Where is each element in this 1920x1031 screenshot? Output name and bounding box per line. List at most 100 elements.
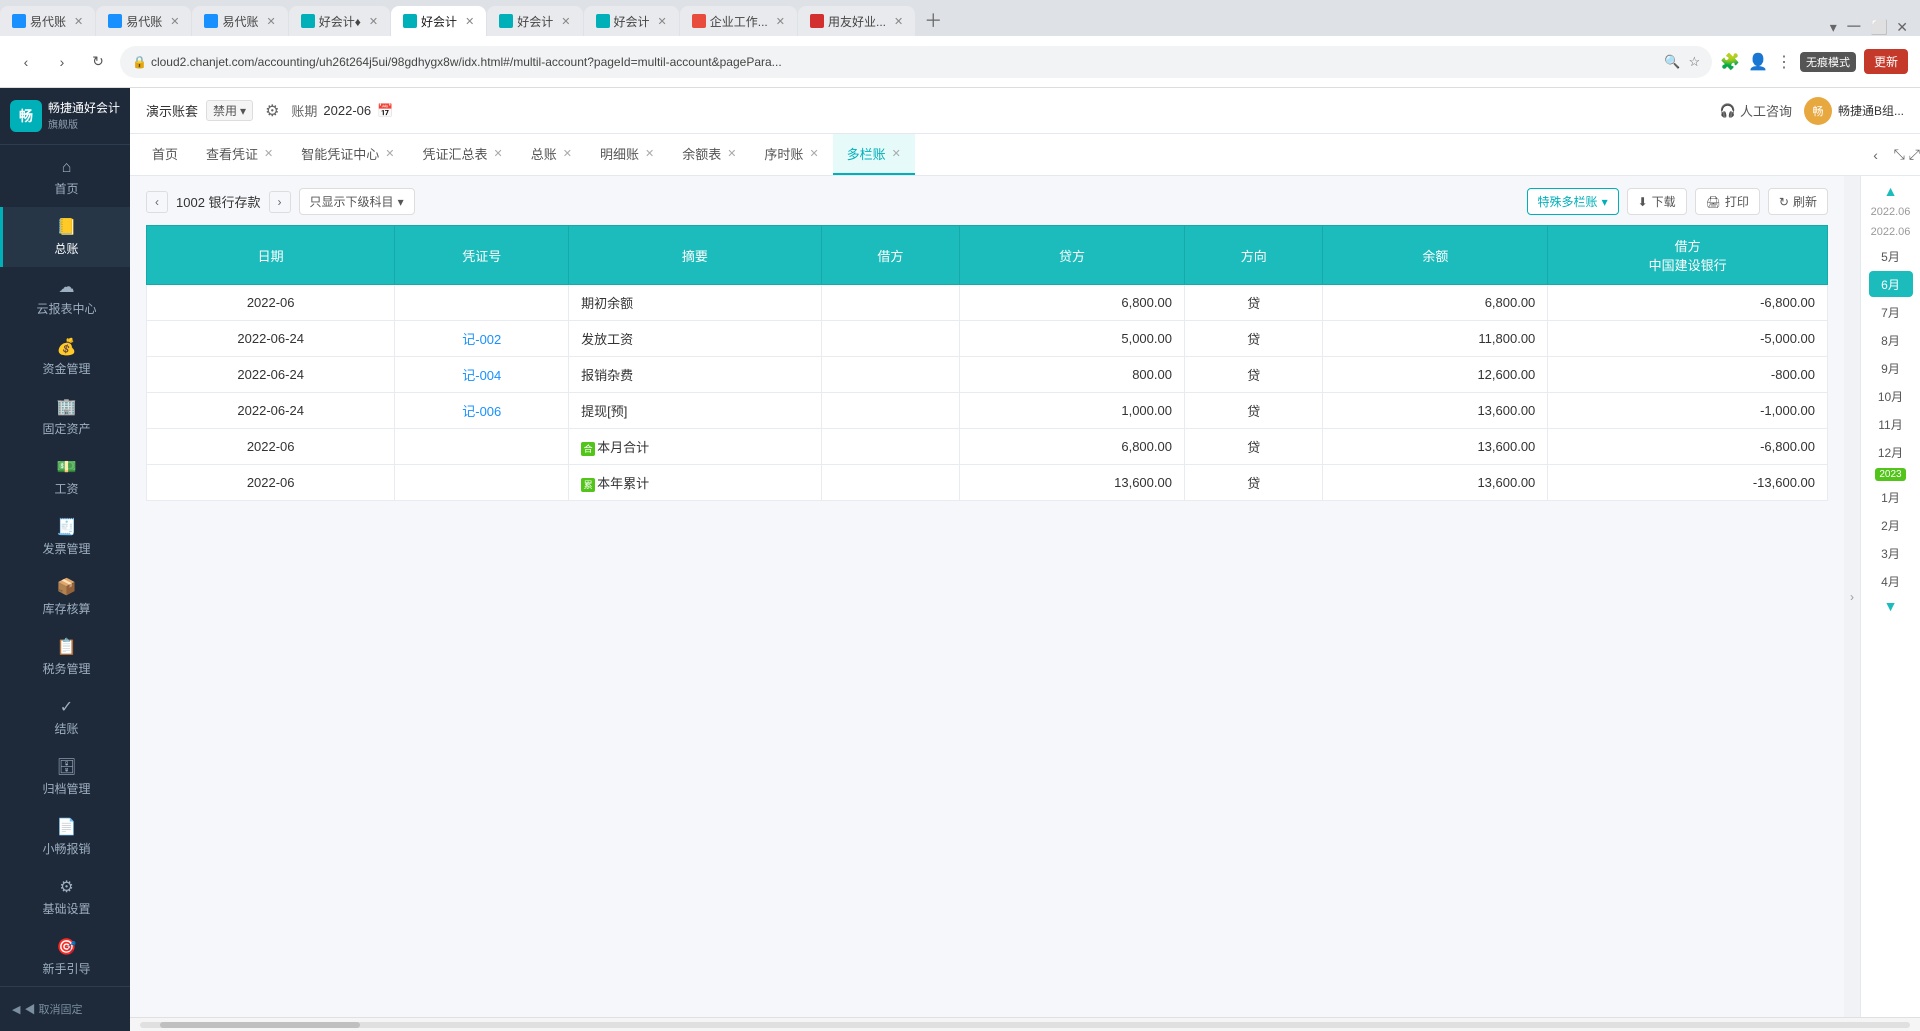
tab-close-2[interactable]: ✕ xyxy=(170,15,179,28)
sidebar-item-inventory[interactable]: 📦 库存核算 xyxy=(0,567,130,627)
tab-general-ledger-close[interactable]: ✕ xyxy=(563,147,572,160)
cal-month-mar-2023[interactable]: 3月 xyxy=(1869,540,1913,566)
sidebar-item-assets[interactable]: 🏢 固定资产 xyxy=(0,387,130,447)
sidebar-item-tax[interactable]: 📋 税务管理 xyxy=(0,627,130,687)
cal-month-nov[interactable]: 11月 xyxy=(1869,411,1913,437)
tab-voucher-summary-close[interactable]: ✕ xyxy=(494,147,503,160)
tab-enterprise[interactable]: 企业工作... ✕ xyxy=(680,6,797,36)
close-window-button[interactable]: ✕ xyxy=(1896,19,1908,36)
cal-month-jan-2023[interactable]: 1月 xyxy=(1869,484,1913,510)
tab-detail-ledger[interactable]: 明细账 ✕ xyxy=(586,134,668,175)
print-button[interactable]: 🖨 打印 xyxy=(1695,188,1760,215)
cal-month-oct[interactable]: 10月 xyxy=(1869,383,1913,409)
cal-month-sep[interactable]: 9月 xyxy=(1869,355,1913,381)
voucher-link-2[interactable]: 记-002 xyxy=(462,332,501,347)
collapse-panel-icon[interactable]: ⤡ xyxy=(1894,146,1905,163)
reload-button[interactable]: ↻ xyxy=(84,48,112,76)
calendar-scroll-down[interactable]: ▼ xyxy=(1869,595,1913,617)
maximize-button[interactable]: ⬜ xyxy=(1871,19,1888,36)
tab-close-8[interactable]: ✕ xyxy=(776,15,785,28)
search-address-icon[interactable]: 🔍 xyxy=(1664,54,1680,70)
tab-journal[interactable]: 序时账 ✕ xyxy=(750,134,832,175)
settings-icon[interactable]: ⚙ xyxy=(265,101,279,121)
tab-list-icon[interactable]: ▾ xyxy=(1830,19,1837,36)
service-button[interactable]: 🎧 人工咨询 xyxy=(1720,101,1792,120)
forward-button[interactable]: › xyxy=(48,48,76,76)
sidebar-item-archive[interactable]: 🗄 归档管理 xyxy=(0,747,130,807)
multi-col-button[interactable]: 特殊多栏账 ▾ xyxy=(1527,188,1619,215)
sidebar-item-invoice[interactable]: 🧾 发票管理 xyxy=(0,507,130,567)
tab-yidazhang-2[interactable]: 易代账 ✕ xyxy=(96,6,191,36)
sidebar-item-cloud[interactable]: ☁ 云报表中心 xyxy=(0,267,130,327)
tab-multi-column-close[interactable]: ✕ xyxy=(892,147,901,160)
sidebar-item-settings[interactable]: ⚙ 基础设置 xyxy=(0,867,130,927)
download-button[interactable]: ⬇ 下载 xyxy=(1627,188,1687,215)
tab-close-9[interactable]: ✕ xyxy=(894,15,903,28)
tab-view-voucher-close[interactable]: ✕ xyxy=(264,147,273,160)
tab-haohuiji-active[interactable]: 好会计 ✕ xyxy=(391,6,486,36)
refresh-button[interactable]: ↻ 刷新 xyxy=(1768,188,1828,215)
tab-close-3[interactable]: ✕ xyxy=(266,15,275,28)
tab-yidazhang-3[interactable]: 易代账 ✕ xyxy=(192,6,287,36)
tab-youyou[interactable]: 用友好业... ✕ xyxy=(798,6,915,36)
tab-collapse-button[interactable]: ‹ xyxy=(1862,135,1890,175)
prev-account-button[interactable]: ‹ xyxy=(146,191,168,213)
panel-collapse-button[interactable]: › xyxy=(1844,176,1860,1017)
cal-month-aug[interactable]: 8月 xyxy=(1869,327,1913,353)
more-options-icon[interactable]: ⋮ xyxy=(1776,52,1792,72)
tab-multi-column[interactable]: 多栏账 ✕ xyxy=(833,134,915,175)
tab-smart-voucher-close[interactable]: ✕ xyxy=(385,147,394,160)
tab-general-ledger[interactable]: 总账 ✕ xyxy=(517,134,586,175)
profile-icon[interactable]: 👤 xyxy=(1748,52,1768,72)
filter-button[interactable]: 只显示下级科目 ▾ xyxy=(299,188,415,215)
tab-close-1[interactable]: ✕ xyxy=(74,15,83,28)
sidebar-item-home[interactable]: ⌂ 首页 xyxy=(0,149,130,207)
bookmark-icon[interactable]: ☆ xyxy=(1688,54,1700,70)
new-tab-button[interactable]: ＋ xyxy=(916,6,950,36)
voucher-link-3[interactable]: 记-004 xyxy=(462,368,501,383)
cal-month-apr-2023[interactable]: 4月 xyxy=(1869,568,1913,594)
cell-voucher-3[interactable]: 记-004 xyxy=(395,357,569,393)
tab-view-voucher[interactable]: 查看凭证 ✕ xyxy=(192,134,287,175)
demo-badge[interactable]: 禁用 ▾ xyxy=(206,100,253,121)
tab-balance[interactable]: 余额表 ✕ xyxy=(668,134,750,175)
voucher-link-4[interactable]: 记-006 xyxy=(462,404,501,419)
bottom-scroll-bar[interactable] xyxy=(130,1017,1920,1031)
cal-month-jul[interactable]: 7月 xyxy=(1869,299,1913,325)
tab-close-7[interactable]: ✕ xyxy=(658,15,667,28)
unpin-button[interactable]: ◀ ◀ 取消固定 xyxy=(6,995,124,1023)
tab-balance-close[interactable]: ✕ xyxy=(727,147,736,160)
expand-panel-icon[interactable]: ⤢ xyxy=(1909,146,1920,163)
sidebar-item-close-accounts[interactable]: ✓ 结账 xyxy=(0,687,130,747)
sidebar-item-payroll[interactable]: 💵 工资 xyxy=(0,447,130,507)
tab-haohuiji-3[interactable]: 好会计 ✕ xyxy=(584,6,679,36)
back-button[interactable]: ‹ xyxy=(12,48,40,76)
scroll-thumb[interactable] xyxy=(160,1022,360,1028)
cell-voucher-2[interactable]: 记-002 xyxy=(395,321,569,357)
tab-close-5[interactable]: ✕ xyxy=(465,15,474,28)
tab-smart-voucher[interactable]: 智能凭证中心 ✕ xyxy=(287,134,408,175)
sidebar-item-expense[interactable]: 📄 小畅报销 xyxy=(0,807,130,867)
address-box[interactable]: 🔒 cloud2.chanjet.com/accounting/uh26t264… xyxy=(120,46,1712,78)
update-button[interactable]: 更新 xyxy=(1864,49,1908,74)
sidebar-item-ledger[interactable]: 📒 总账 xyxy=(0,207,130,267)
tab-home[interactable]: 首页 xyxy=(138,134,192,175)
sidebar-item-funds[interactable]: 💰 资金管理 xyxy=(0,327,130,387)
cal-month-may[interactable]: 5月 xyxy=(1869,243,1913,269)
tab-close-4[interactable]: ✕ xyxy=(369,15,378,28)
extensions-icon[interactable]: 🧩 xyxy=(1720,52,1740,72)
tab-journal-close[interactable]: ✕ xyxy=(809,147,818,160)
tab-yidazhang-1[interactable]: 易代账 ✕ xyxy=(0,6,95,36)
tab-close-6[interactable]: ✕ xyxy=(561,15,570,28)
tab-haohuiji-1[interactable]: 好会计♦ ✕ xyxy=(289,6,390,36)
sidebar-item-guide[interactable]: 🎯 新手引导 xyxy=(0,927,130,986)
cal-month-dec[interactable]: 12月 xyxy=(1869,439,1913,465)
calendar-icon[interactable]: 📅 xyxy=(377,103,393,119)
cal-month-jun[interactable]: 6月 xyxy=(1869,271,1913,297)
next-account-button[interactable]: › xyxy=(269,191,291,213)
tab-voucher-summary[interactable]: 凭证汇总表 ✕ xyxy=(408,134,516,175)
calendar-scroll-up[interactable]: ▲ xyxy=(1869,180,1913,202)
cell-voucher-4[interactable]: 记-006 xyxy=(395,393,569,429)
minimize-button[interactable]: － xyxy=(1845,18,1863,36)
tab-haohuiji-2[interactable]: 好会计 ✕ xyxy=(487,6,582,36)
